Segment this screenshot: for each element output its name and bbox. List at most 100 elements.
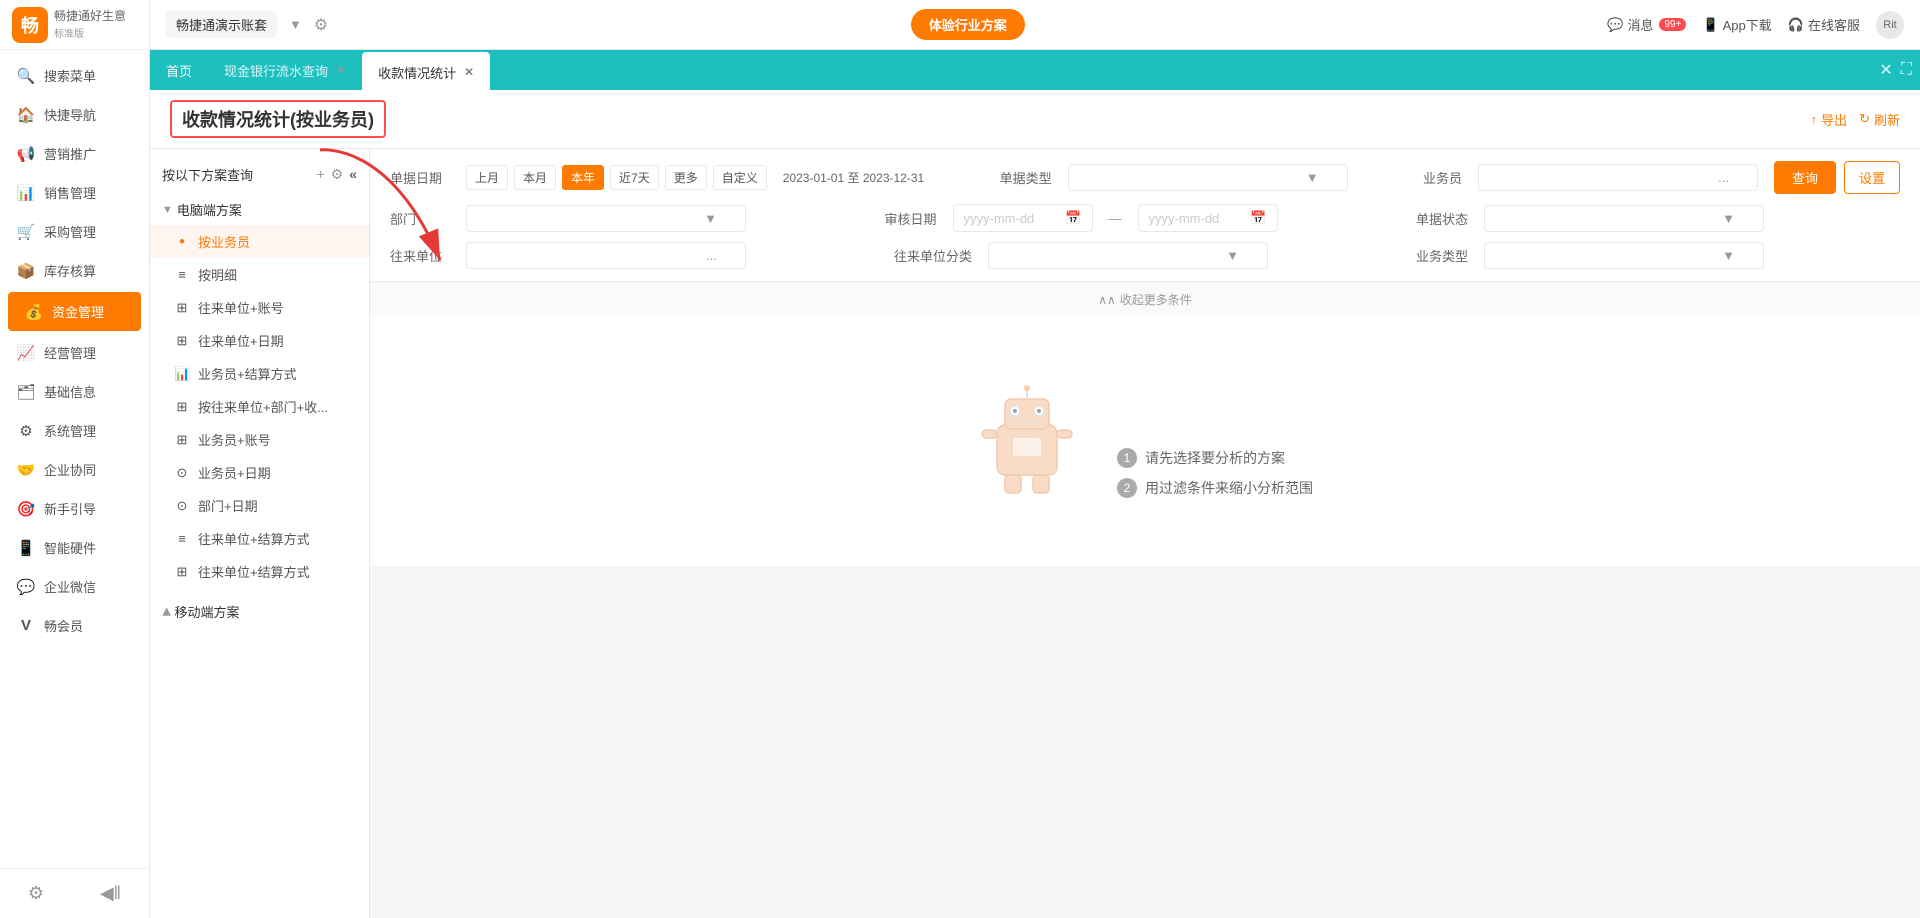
app-download-btn[interactable]: 📱 App下载: [1702, 15, 1771, 34]
group-expand-icon: ▶: [160, 607, 173, 615]
sidebar-item-finance[interactable]: 💰 资金管理: [8, 292, 141, 331]
calendar-icon[interactable]: 📅: [1250, 210, 1266, 226]
collapse-label: 收起更多条件: [1120, 291, 1192, 308]
sales-icon: 📊: [16, 184, 36, 202]
audit-date-from[interactable]: yyyy-mm-dd 📅: [953, 204, 1093, 232]
calendar-icon[interactable]: 📅: [1065, 210, 1081, 226]
dept-select[interactable]: ▼: [466, 205, 746, 232]
custom-btn[interactable]: 自定义: [713, 165, 767, 190]
last-month-btn[interactable]: 上月: [466, 165, 508, 190]
scheme-item-by-salesman[interactable]: ● 按业务员: [150, 225, 369, 258]
scheme-item-label: 按明细: [198, 265, 237, 284]
counterparty-select[interactable]: ...: [466, 242, 746, 269]
topbar-center: 体验行业方案: [911, 9, 1025, 40]
scheme-collapse-btn[interactable]: «: [349, 166, 357, 183]
scheme-settings-btn[interactable]: ⚙: [331, 166, 344, 183]
doc-status-select[interactable]: ▼: [1484, 205, 1764, 232]
scheme-item-unit-date[interactable]: ⊞ 往来单位+日期: [150, 324, 369, 357]
add-scheme-btn[interactable]: +: [316, 166, 324, 183]
dept-date-icon: ⊙: [174, 498, 190, 514]
salesman-dots[interactable]: ...: [1718, 170, 1729, 185]
step-2-label: 用过滤条件来缩小分析范围: [1145, 478, 1313, 498]
sidebar-item-member[interactable]: V 畅会员: [0, 606, 149, 645]
last7-btn[interactable]: 近7天: [610, 165, 659, 190]
unit-date-icon: ⊞: [174, 333, 190, 349]
more-btn[interactable]: 更多: [665, 165, 707, 190]
tab-home-label: 首页: [166, 61, 192, 80]
try-industry-btn[interactable]: 体验行业方案: [911, 9, 1025, 40]
unit-settlement1-icon: ≡: [174, 531, 190, 546]
business-type-select[interactable]: ▼: [1484, 242, 1764, 269]
message-btn[interactable]: 💬 消息 99+: [1607, 15, 1686, 34]
scheme-item-label: 往来单位+账号: [198, 298, 284, 317]
panel-header-title: 按以下方案查询: [162, 165, 253, 184]
export-btn[interactable]: ↑ 导出: [1811, 110, 1848, 129]
tab-receipt-stats[interactable]: 收款情况统计 ✕: [362, 52, 490, 92]
mobile-group-title[interactable]: ▶ 移动端方案: [150, 596, 369, 627]
scheme-item-dept-date[interactable]: ⊙ 部门+日期: [150, 489, 369, 522]
scheme-item-unit-account[interactable]: ⊞ 往来单位+账号: [150, 291, 369, 324]
scheme-item-unit-dept-receipt[interactable]: ⊞ 按往来单位+部门+收...: [150, 390, 369, 423]
sidebar-item-sales[interactable]: 📊 销售管理: [0, 173, 149, 212]
sidebar-item-quick-nav[interactable]: 🏠 快捷导航: [0, 95, 149, 134]
desktop-group-title[interactable]: ▼ 电脑端方案: [150, 194, 369, 225]
sidebar-item-enterprise[interactable]: 🤝 企业协同: [0, 450, 149, 489]
settings-btn[interactable]: 设置: [1844, 161, 1900, 194]
tab-receipt-stats-close[interactable]: ✕: [464, 65, 474, 79]
sidebar-item-label: 智能硬件: [44, 538, 96, 557]
counterparty-type-select[interactable]: ▼: [988, 242, 1268, 269]
sidebar-item-basic[interactable]: 🗂 基础信息: [0, 372, 149, 411]
chevron-down-icon[interactable]: ▼: [289, 17, 302, 32]
sidebar-item-search[interactable]: 🔍 搜索菜单: [0, 56, 149, 95]
query-btn[interactable]: 查询: [1774, 161, 1836, 194]
salesman-select[interactable]: ...: [1478, 164, 1758, 191]
guide-icon: 🎯: [16, 500, 36, 518]
scheme-item-salesman-account[interactable]: ⊞ 业务员+账号: [150, 423, 369, 456]
step-1-num: 1: [1117, 448, 1137, 468]
filter-actions: 查询 设置: [1774, 161, 1900, 194]
tab-cash-flow-close[interactable]: ✕: [336, 63, 346, 77]
mobile-group-label: 移动端方案: [174, 602, 239, 621]
sidebar-settings-btn[interactable]: ⚙: [22, 877, 50, 910]
settings-icon[interactable]: ⚙: [314, 15, 328, 35]
refresh-icon: ↻: [1859, 111, 1870, 127]
scheme-item-label: 业务员+账号: [198, 430, 271, 449]
tab-maximize-btn[interactable]: ⛶: [1901, 61, 1912, 79]
scheme-item-by-detail[interactable]: ≡ 按明细: [150, 258, 369, 291]
refresh-btn[interactable]: ↻ 刷新: [1859, 110, 1900, 129]
scheme-item-salesman-date[interactable]: ⊙ 业务员+日期: [150, 456, 369, 489]
counterparty-dots[interactable]: ...: [706, 248, 717, 263]
tab-close-btn[interactable]: ✕: [1879, 60, 1892, 80]
empty-step-2: 2 用过滤条件来缩小分析范围: [1117, 478, 1313, 498]
tab-cash-flow[interactable]: 现金银行流水查询 ✕: [208, 50, 362, 90]
scheme-item-salesman-settlement[interactable]: 📊 业务员+结算方式: [150, 357, 369, 390]
service-icon: 🎧: [1788, 17, 1804, 33]
user-avatar[interactable]: Rit: [1876, 11, 1904, 39]
purchase-icon: 🛒: [16, 223, 36, 241]
filter-area: 单据日期 上月 本月 本年 近7天 更多 自定义 2023-01-01 至 20…: [370, 149, 1920, 282]
audit-date-to[interactable]: yyyy-mm-dd 📅: [1138, 204, 1278, 232]
enterprise-icon: 🤝: [16, 461, 36, 479]
sidebar-item-marketing[interactable]: 📢 营销推广: [0, 134, 149, 173]
sidebar-logo: 畅 畅捷通好生意 标准版: [0, 0, 149, 50]
this-year-btn[interactable]: 本年: [562, 165, 604, 190]
this-month-btn[interactable]: 本月: [514, 165, 556, 190]
salesman-icon: ●: [174, 236, 190, 247]
scheme-item-unit-settlement1[interactable]: ≡ 往来单位+结算方式: [150, 522, 369, 555]
customer-service-btn[interactable]: 🎧 在线客服: [1788, 15, 1860, 34]
sidebar-item-system[interactable]: ⚙ 系统管理: [0, 411, 149, 450]
sidebar-item-guide[interactable]: 🎯 新手引导: [0, 489, 149, 528]
sidebar-item-wechat[interactable]: 💬 企业微信: [0, 567, 149, 606]
scheme-item-unit-settlement2[interactable]: ⊞ 往来单位+结算方式: [150, 555, 369, 588]
tab-receipt-stats-label: 收款情况统计: [378, 63, 456, 82]
sidebar-item-purchase[interactable]: 🛒 采购管理: [0, 212, 149, 251]
tab-home[interactable]: 首页: [150, 50, 208, 90]
sidebar-item-label: 搜索菜单: [44, 66, 96, 85]
sidebar-item-operations[interactable]: 📈 经营管理: [0, 333, 149, 372]
collapse-bar[interactable]: ∧∧ 收起更多条件: [370, 282, 1920, 316]
doc-type-select[interactable]: ▼: [1068, 164, 1348, 191]
sidebar-item-inventory[interactable]: 📦 库存核算: [0, 251, 149, 290]
sidebar-collapse-btn[interactable]: ◀‖: [94, 877, 127, 910]
app-download-label: App下载: [1723, 15, 1772, 34]
sidebar-item-hardware[interactable]: 📱 智能硬件: [0, 528, 149, 567]
